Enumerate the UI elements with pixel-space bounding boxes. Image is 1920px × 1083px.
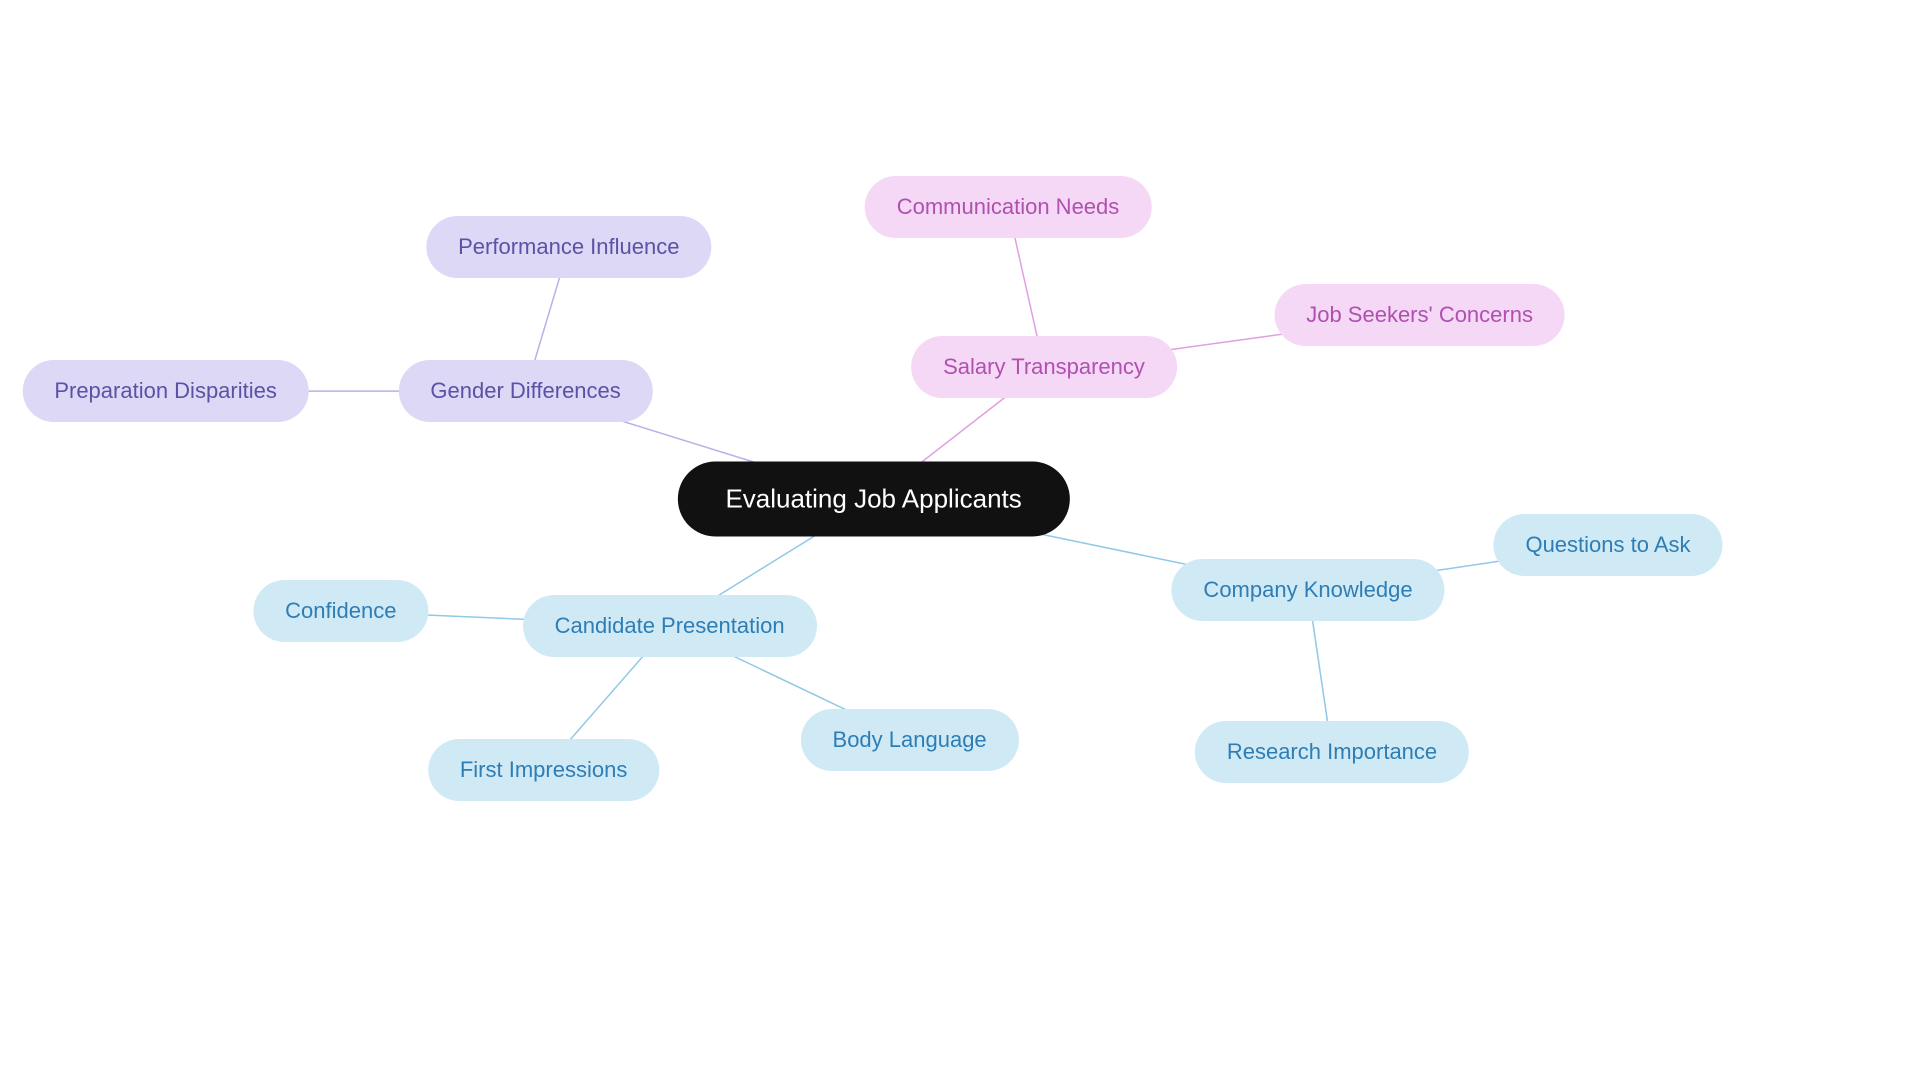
node-questions_to_ask[interactable]: Questions to Ask <box>1493 514 1722 576</box>
node-center[interactable]: Evaluating Job Applicants <box>677 462 1069 537</box>
node-company_knowledge[interactable]: Company Knowledge <box>1171 559 1444 621</box>
node-salary_transparency[interactable]: Salary Transparency <box>911 336 1177 398</box>
node-candidate_presentation[interactable]: Candidate Presentation <box>523 595 817 657</box>
node-first_impressions[interactable]: First Impressions <box>428 739 659 801</box>
mind-map-container: Evaluating Job Applicants Gender Differen… <box>0 0 1920 1083</box>
node-research_importance[interactable]: Research Importance <box>1195 721 1469 783</box>
node-job_seekers_concerns[interactable]: Job Seekers' Concerns <box>1274 284 1565 346</box>
node-body_language[interactable]: Body Language <box>801 709 1019 771</box>
node-communication_needs[interactable]: Communication Needs <box>865 176 1152 238</box>
node-performance_influence[interactable]: Performance Influence <box>426 216 711 278</box>
node-gender_differences[interactable]: Gender Differences <box>398 360 652 422</box>
node-preparation_disparities[interactable]: Preparation Disparities <box>22 360 309 422</box>
node-confidence[interactable]: Confidence <box>253 580 428 642</box>
